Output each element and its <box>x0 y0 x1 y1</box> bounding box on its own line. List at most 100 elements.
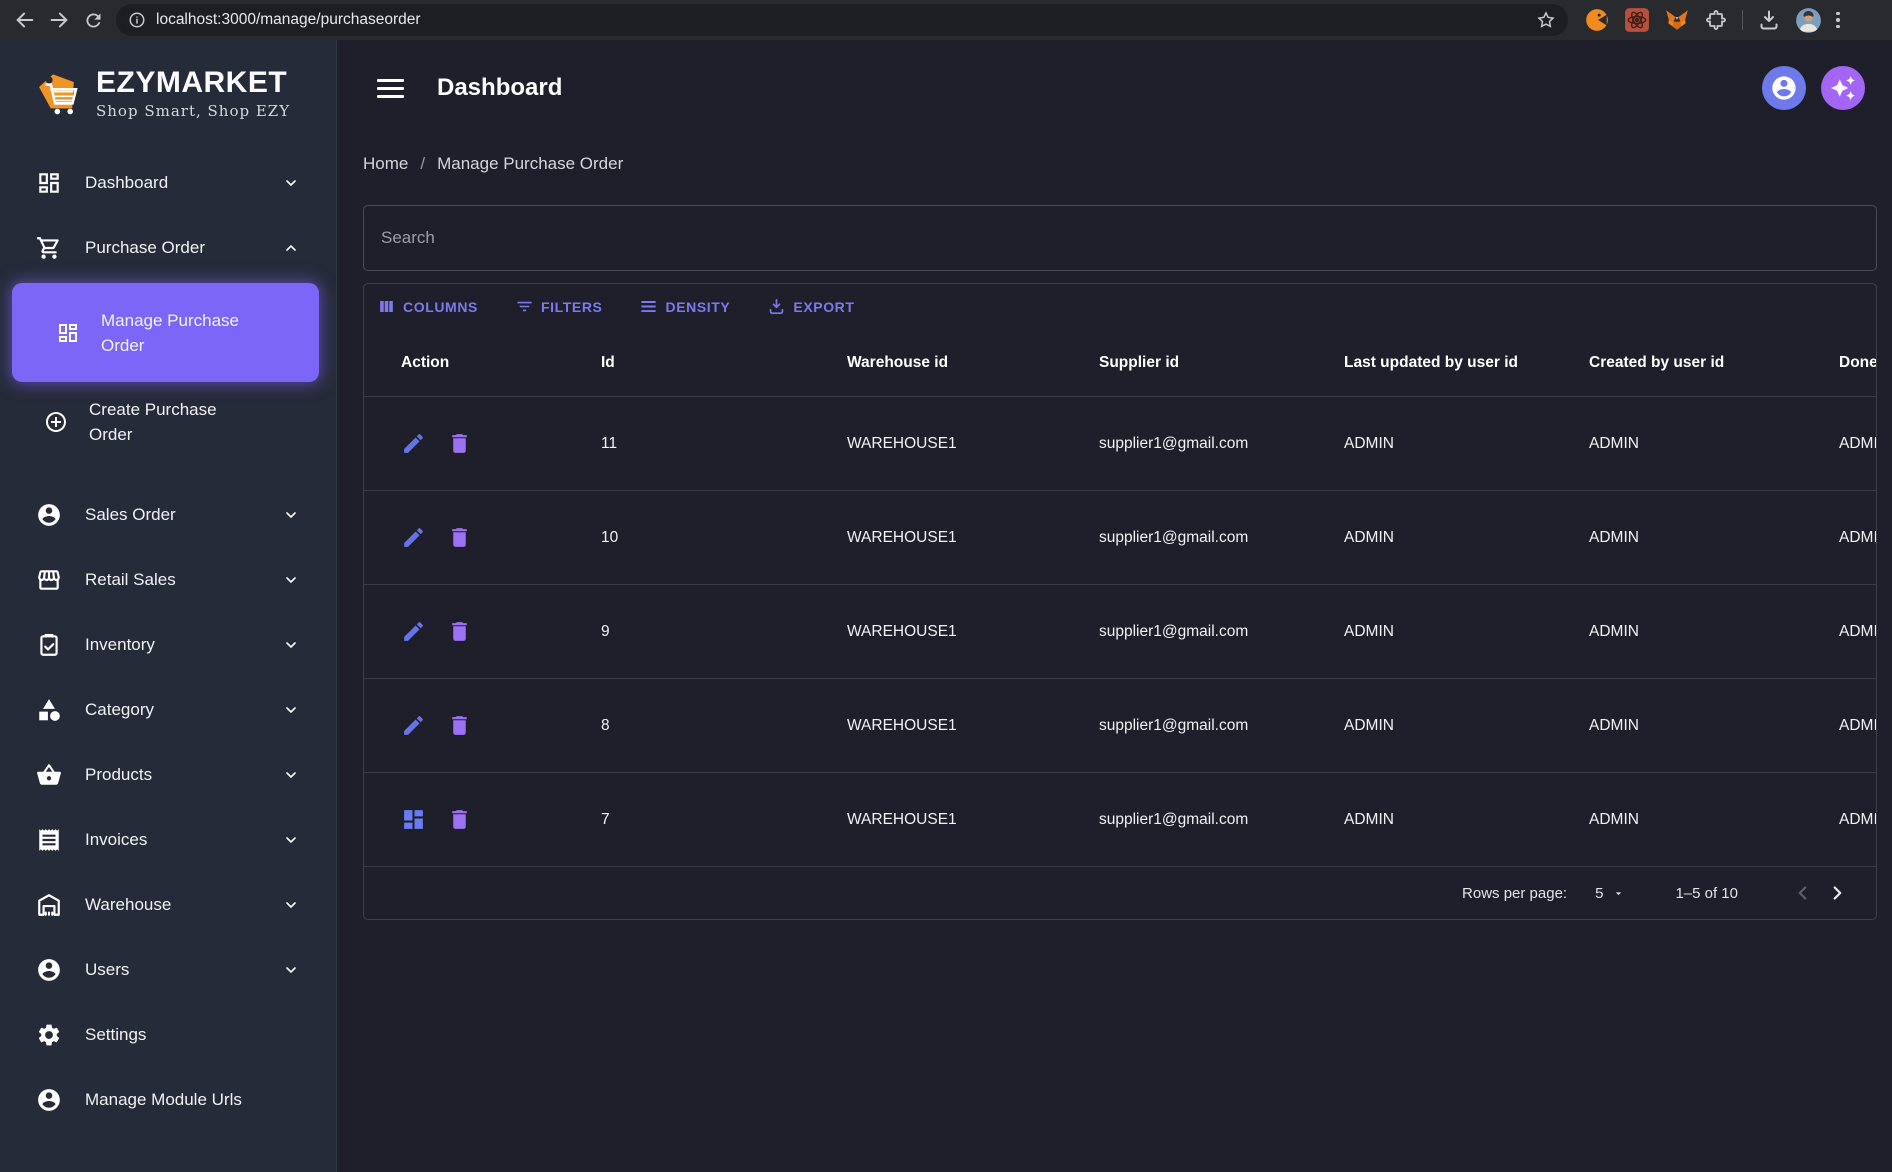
columns-button[interactable]: COLUMNS <box>371 293 484 320</box>
column-header-id[interactable]: Id <box>601 354 847 372</box>
chevron-down-icon <box>283 175 299 191</box>
last-updated-by-cell: ADMIN <box>1344 622 1394 640</box>
delete-icon-button[interactable] <box>447 619 473 645</box>
sidebar-item-label: Retail Sales <box>85 569 176 589</box>
done-cell: ADMIN <box>1839 716 1876 734</box>
select-arrow-icon <box>1616 891 1622 895</box>
url-text[interactable]: localhost:3000/manage/purchaseorder <box>156 11 1536 29</box>
search-input[interactable] <box>364 228 1876 248</box>
sidebar-item-label: Category <box>85 699 154 719</box>
columns-icon <box>380 300 393 313</box>
sidebar-item-warehouse[interactable]: Warehouse <box>0 872 336 937</box>
person-icon <box>36 1087 62 1113</box>
table-row[interactable]: 7 WAREHOUSE1 supplier1@gmail.com ADMIN A… <box>364 772 1876 866</box>
chevron-down-icon <box>283 507 299 523</box>
done-cell: ADMIN <box>1839 810 1876 828</box>
info-icon[interactable] <box>128 11 146 29</box>
delete-icon-button[interactable] <box>447 807 473 833</box>
sidebar-item-invoices[interactable]: Invoices <box>0 807 336 872</box>
created-by-cell: ADMIN <box>1589 434 1639 452</box>
sidebar-item-users[interactable]: Users <box>0 937 336 1002</box>
edit-icon-button[interactable] <box>401 431 427 457</box>
density-button[interactable]: DENSITY <box>633 293 736 320</box>
breadcrumb-current: Manage Purchase Order <box>437 154 624 173</box>
done-cell: ADMIN <box>1839 528 1876 546</box>
add-circle-icon <box>44 410 68 434</box>
breadcrumb: Home / Manage Purchase Order <box>363 154 1878 174</box>
sparkle-button[interactable] <box>1821 66 1865 110</box>
chevron-down-icon <box>283 767 299 783</box>
sidebar-item-sales-order[interactable]: Sales Order <box>0 482 336 547</box>
rows-per-page-select[interactable]: 5 <box>1595 885 1625 902</box>
column-header-supplier-id[interactable]: Supplier id <box>1099 354 1344 372</box>
trash-icon <box>452 527 467 547</box>
sidebar-item-settings[interactable]: Settings <box>0 1002 336 1067</box>
sidebar-item-products[interactable]: Products <box>0 742 336 807</box>
done-cell: ADMIN <box>1839 622 1876 640</box>
export-button[interactable]: EXPORT <box>761 293 860 320</box>
sidebar-item-label: Manage Purchase Order <box>101 310 239 355</box>
table-row[interactable]: 8 WAREHOUSE1 supplier1@gmail.com ADMIN A… <box>364 678 1876 772</box>
column-header-created-by-user-id[interactable]: Created by user id <box>1589 354 1839 372</box>
browser-menu-dots-icon[interactable] <box>1828 11 1848 29</box>
sidebar-item-manage-purchase-order[interactable]: Manage Purchase Order <box>12 283 319 382</box>
chevron-down-icon <box>283 572 299 588</box>
account-button[interactable] <box>1762 66 1806 110</box>
extension-metamask-icon[interactable] <box>1664 7 1690 33</box>
extensions-puzzle-icon[interactable] <box>1704 8 1728 32</box>
edit-icon-button[interactable] <box>401 713 427 739</box>
url-bar[interactable]: localhost:3000/manage/purchaseorder <box>116 4 1568 36</box>
table-row[interactable]: 9 WAREHOUSE1 supplier1@gmail.com ADMIN A… <box>364 584 1876 678</box>
sidebar-item-category[interactable]: Category <box>0 677 336 742</box>
forward-icon[interactable] <box>42 3 76 37</box>
extension-react-devtools-icon[interactable] <box>1624 7 1650 33</box>
cart-logo-icon <box>39 74 78 115</box>
delete-icon-button[interactable] <box>447 431 473 457</box>
sidebar-item-dashboard[interactable]: Dashboard <box>0 150 336 215</box>
sidebar-item-label: Users <box>85 959 130 979</box>
sidebar-item-retail-sales[interactable]: Retail Sales <box>0 547 336 612</box>
breadcrumb-home-link[interactable]: Home <box>363 154 408 174</box>
person-icon <box>1772 76 1796 100</box>
sidebar-item-label: Products <box>85 764 153 784</box>
sidebar-item-label: Sales Order <box>85 504 176 524</box>
sidebar-item-inventory[interactable]: Inventory <box>0 612 336 677</box>
id-cell: 8 <box>601 716 610 734</box>
id-cell: 11 <box>601 434 618 452</box>
logo-title: EZYMARKET <box>96 66 288 99</box>
sidebar-item-create-purchase-order[interactable]: Create Purchase Order <box>0 382 336 462</box>
action-cell <box>401 431 601 457</box>
created-by-cell: ADMIN <box>1589 810 1639 828</box>
back-icon[interactable] <box>8 3 42 37</box>
table-row[interactable]: 11 WAREHOUSE1 supplier1@gmail.com ADMIN … <box>364 396 1876 490</box>
column-header-done[interactable]: Done <box>1839 354 1876 372</box>
sidebar-item-manage-module-urls[interactable]: Manage Module Urls <box>0 1067 336 1132</box>
cart-icon <box>36 235 62 261</box>
sidebar-item-purchase-order[interactable]: Purchase Order <box>0 215 336 280</box>
previous-page-button[interactable] <box>1786 882 1820 904</box>
refresh-icon[interactable] <box>76 3 110 37</box>
hamburger-menu-icon[interactable] <box>377 78 404 98</box>
action-cell <box>401 525 601 551</box>
view-icon-button[interactable] <box>401 807 427 833</box>
delete-icon-button[interactable] <box>447 713 473 739</box>
trash-icon <box>452 621 467 641</box>
supplier-id-cell: supplier1@gmail.com <box>1099 434 1249 452</box>
edit-icon-button[interactable] <box>401 619 427 645</box>
next-page-button[interactable] <box>1820 882 1854 904</box>
grid-toolbar: COLUMNS FILTERS DENSITY EXPORT <box>364 284 1876 329</box>
filters-button[interactable]: FILTERS <box>509 293 609 320</box>
column-header-warehouse-id[interactable]: Warehouse id <box>847 354 1099 372</box>
edit-icon-button[interactable] <box>401 525 427 551</box>
sidebar-item-label: Settings <box>85 1024 147 1044</box>
column-header-last-updated-by-user-id[interactable]: Last updated by user id <box>1344 354 1589 372</box>
delete-icon-button[interactable] <box>447 525 473 551</box>
table-row[interactable]: 10 WAREHOUSE1 supplier1@gmail.com ADMIN … <box>364 490 1876 584</box>
extension-pacman-icon[interactable] <box>1584 7 1610 33</box>
sidebar-item-label: Manage Module Urls <box>85 1089 242 1109</box>
column-header-action[interactable]: Action <box>401 354 601 372</box>
bookmark-star-icon[interactable] <box>1536 10 1556 30</box>
sparkles-icon <box>1831 76 1855 100</box>
profile-avatar[interactable] <box>1795 7 1822 34</box>
downloads-icon[interactable] <box>1757 8 1781 32</box>
